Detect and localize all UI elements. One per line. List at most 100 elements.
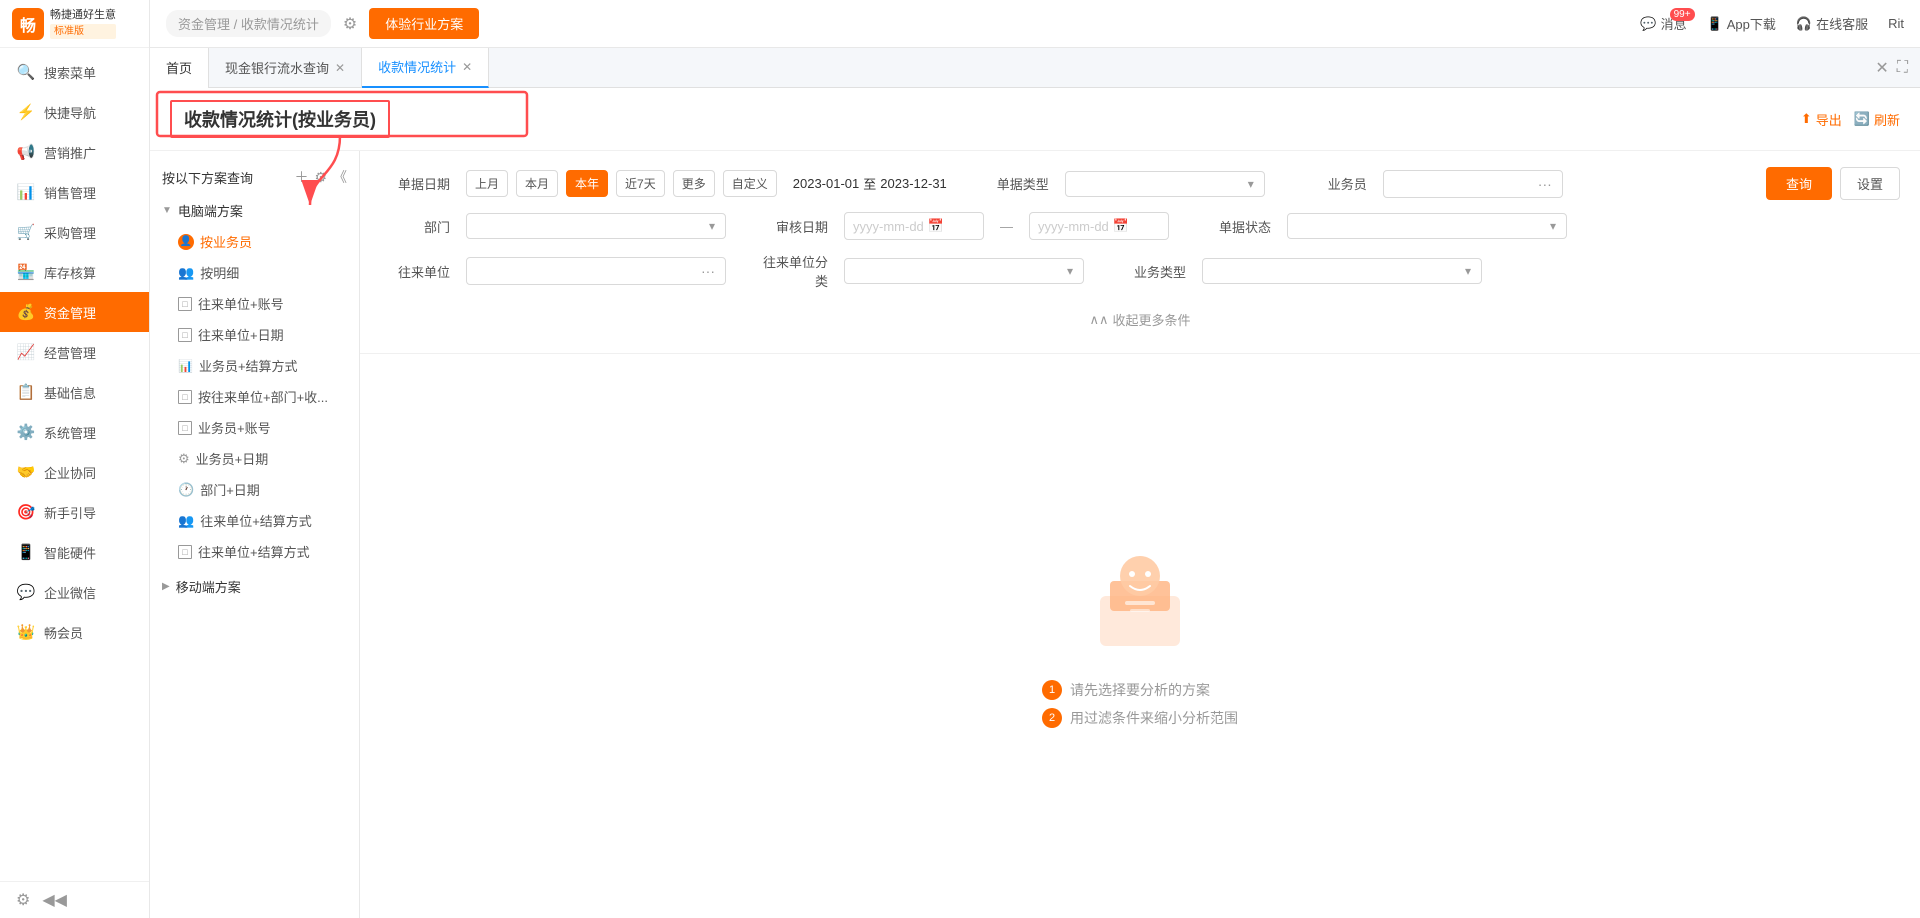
panel-item-partner-account[interactable]: □ 往来单位+账号 (150, 288, 359, 319)
panel-item-dept-date[interactable]: 🕐 部门+日期 (150, 474, 359, 505)
sidebar-item-enterprise[interactable]: 🤝 企业协同 (0, 452, 149, 492)
sidebar-item-system[interactable]: ⚙️ 系统管理 (0, 412, 149, 452)
collapse-more-btn[interactable]: ∧∧ 收起更多条件 (380, 302, 1900, 337)
tab-home[interactable]: 首页 (150, 48, 209, 88)
business-type-select[interactable]: ▾ (1202, 258, 1482, 284)
sidebar-item-guide[interactable]: 🎯 新手引导 (0, 492, 149, 532)
panel-item-salesman-method[interactable]: 📊 业务员+结算方式 (150, 350, 359, 381)
panel-item-partner-method2[interactable]: □ 往来单位+结算方式 (150, 536, 359, 567)
partner-method1-icon: 👥 (178, 513, 194, 529)
marketing-icon: 📢 (16, 142, 36, 162)
more-btn[interactable]: 更多 (673, 170, 715, 197)
audit-from-input[interactable]: yyyy-mm-dd 📅 (844, 212, 984, 240)
expand-icon: ▼ (162, 205, 172, 216)
sidebar-item-hardware[interactable]: 📱 智能硬件 (0, 532, 149, 572)
sidebar-item-wechat[interactable]: 💬 企业微信 (0, 572, 149, 612)
breadcrumb: 资金管理 / 收款情况统计 (166, 10, 331, 37)
partner-select[interactable]: ··· (466, 257, 726, 285)
sidebar-item-inventory[interactable]: 🏪 库存核算 (0, 252, 149, 292)
export-icon: ⬆ (1801, 111, 1812, 127)
guide-icon: 🎯 (16, 502, 36, 522)
dept-select[interactable]: ▾ (466, 213, 726, 239)
app-download-btn[interactable]: 📱 App下载 (1707, 14, 1776, 33)
message-btn[interactable]: 💬 消息 99+ (1640, 14, 1686, 33)
date-label: 单据日期 (380, 174, 450, 193)
username-display[interactable]: Rit (1888, 16, 1904, 31)
collapse-icon: ∧∧ (1089, 312, 1108, 328)
doc-type-label: 单据类型 (979, 174, 1049, 193)
header-settings-icon[interactable]: ⚙ (343, 14, 357, 34)
main-content: 资金管理 / 收款情况统计 ⚙ 体验行业方案 💬 消息 99+ 📱 App下载 … (150, 0, 1920, 918)
salesman-method-icon: 📊 (178, 359, 193, 373)
custom-btn[interactable]: 自定义 (723, 170, 777, 197)
content-body: 按以下方案查询 ＋ ⚙ 《 ▼ 电脑端方案 👤 按业务员 (150, 151, 1920, 918)
doc-status-label: 单据状态 (1201, 217, 1271, 236)
sidebar-item-sales[interactable]: 📊 销售管理 (0, 172, 149, 212)
tab-receipt-stats-close[interactable]: ✕ (462, 60, 472, 74)
sidebar-item-basic[interactable]: 📋 基础信息 (0, 372, 149, 412)
basic-icon: 📋 (16, 382, 36, 402)
last7days-btn[interactable]: 近7天 (616, 170, 665, 197)
sidebar-item-quick-nav[interactable]: ⚡ 快捷导航 (0, 92, 149, 132)
trial-btn[interactable]: 体验行业方案 (369, 8, 479, 39)
panel-item-by-detail[interactable]: 👥 按明细 (150, 257, 359, 288)
salesman-select[interactable]: ··· (1383, 170, 1563, 198)
last-month-btn[interactable]: 上月 (466, 170, 508, 197)
panel-item-partner-date[interactable]: □ 往来单位+日期 (150, 319, 359, 350)
refresh-btn[interactable]: 🔄 刷新 (1854, 110, 1900, 129)
tab-bank-flow[interactable]: 现金银行流水查询 ✕ (209, 48, 362, 88)
tab-receipt-stats[interactable]: 收款情况统计 ✕ (362, 48, 489, 88)
tab-bank-flow-close[interactable]: ✕ (335, 61, 345, 75)
partner-label: 往来单位 (380, 262, 450, 281)
partner-category-select[interactable]: ▾ (844, 258, 1084, 284)
filter-row-3: 往来单位 ··· 往来单位分类 ▾ 业务类型 ▾ (380, 252, 1900, 290)
tab-maximize-icon[interactable]: ⛶ (1897, 59, 1908, 77)
sidebar-collapse-btn[interactable]: ◀◀ (42, 890, 67, 910)
sidebar-item-purchase[interactable]: 🛒 采购管理 (0, 212, 149, 252)
filter-row-2: 部门 ▾ 审核日期 yyyy-mm-dd 📅 — yyyy-mm-dd (380, 212, 1900, 240)
panel-item-partner-method1[interactable]: 👥 往来单位+结算方式 (150, 505, 359, 536)
business-type-chevron: ▾ (1465, 264, 1471, 278)
salesman-more-icon[interactable]: ··· (1538, 176, 1552, 192)
panel-item-partner-dept[interactable]: □ 按往来单位+部门+收... (150, 381, 359, 412)
panel-add-btn[interactable]: ＋ (294, 167, 308, 187)
sidebar-item-capital[interactable]: 💰 资金管理 (0, 292, 149, 332)
inventory-icon: 🏪 (16, 262, 36, 282)
date-group: 上月 本月 本年 近7天 更多 自定义 2023-01-01 至 2023-12… (466, 170, 947, 197)
mobile-section-label: 移动端方案 (176, 577, 241, 596)
export-btn[interactable]: ⬆ 导出 (1801, 110, 1842, 129)
mobile-section-title[interactable]: ▶ 移动端方案 (150, 571, 359, 602)
panel-item-by-salesman[interactable]: 👤 按业务员 (150, 226, 359, 257)
doc-type-select[interactable]: ▾ (1065, 171, 1265, 197)
panel-collapse-btn[interactable]: 《 (333, 167, 347, 187)
partner-method2-icon: □ (178, 545, 192, 559)
this-month-btn[interactable]: 本月 (516, 170, 558, 197)
desktop-section-title[interactable]: ▼ 电脑端方案 (150, 195, 359, 226)
page-header: 收款情况统计(按业务员) ⬆ 导出 🔄 刷新 (150, 88, 1920, 151)
panel-settings-btn[interactable]: ⚙ (314, 169, 327, 186)
query-btn[interactable]: 查询 (1766, 167, 1832, 200)
sidebar-item-operation[interactable]: 📈 经营管理 (0, 332, 149, 372)
sidebar-item-member[interactable]: 👑 畅会员 (0, 612, 149, 652)
empty-tip-2: 2 用过滤条件来缩小分析范围 (1042, 708, 1238, 728)
doc-status-select[interactable]: ▾ (1287, 213, 1567, 239)
audit-to-input[interactable]: yyyy-mm-dd 📅 (1029, 212, 1169, 240)
tab-close-all-icon[interactable]: ✕ (1875, 58, 1888, 78)
sidebar-item-marketing[interactable]: 📢 营销推广 (0, 132, 149, 172)
panel-item-salesman-date[interactable]: ⚙ 业务员+日期 (150, 443, 359, 474)
tabs-bar: 首页 现金银行流水查询 ✕ 收款情况统计 ✕ ✕ ⛶ (150, 48, 1920, 88)
partner-category-chevron: ▾ (1067, 264, 1073, 278)
panel-item-salesman-account[interactable]: □ 业务员+账号 (150, 412, 359, 443)
partner-account-icon: □ (178, 297, 192, 311)
sidebar: 畅 畅捷通好生意 标准版 🔍 搜索菜单 ⚡ 快捷导航 📢 营销推广 📊 销售管理… (0, 0, 150, 918)
sidebar-settings-btn[interactable]: ⚙ (16, 890, 30, 910)
page-title: 收款情况统计(按业务员) (170, 100, 390, 138)
quick-nav-icon: ⚡ (16, 102, 36, 122)
partner-more-icon[interactable]: ··· (701, 263, 715, 279)
online-service-btn[interactable]: 🎧 在线客服 (1796, 14, 1868, 33)
settings-btn[interactable]: 设置 (1840, 167, 1900, 200)
sidebar-item-search-menu[interactable]: 🔍 搜索菜单 (0, 52, 149, 92)
this-year-btn[interactable]: 本年 (566, 170, 608, 197)
logo-text: 畅捷通好生意 标准版 (50, 8, 116, 39)
header-right: 💬 消息 99+ 📱 App下载 🎧 在线客服 Rit (1640, 14, 1904, 33)
